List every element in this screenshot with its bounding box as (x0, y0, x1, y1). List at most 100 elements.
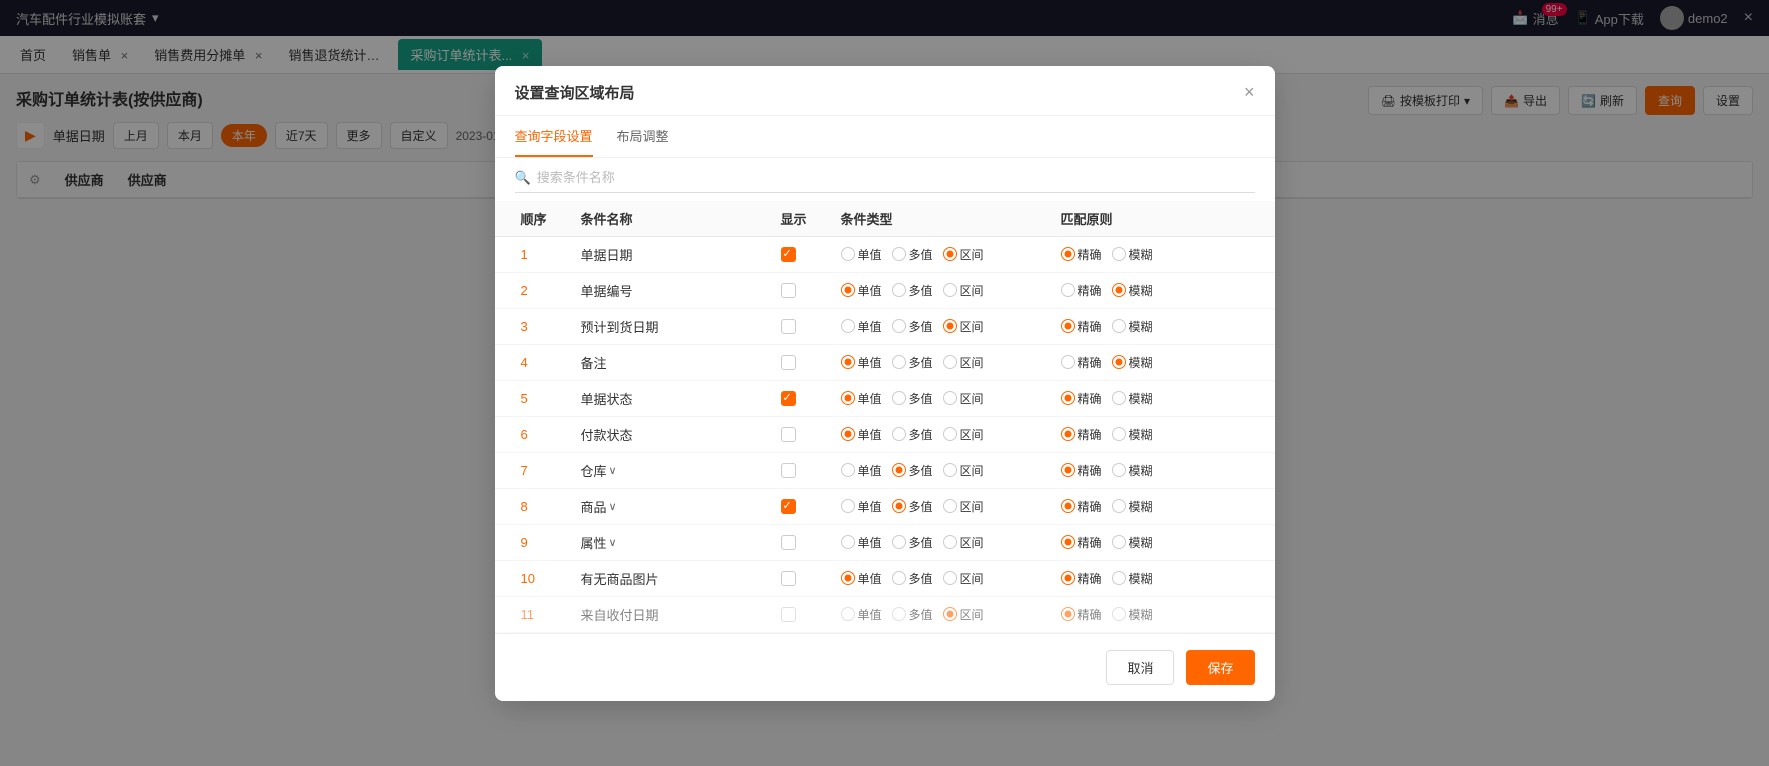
dialog-search-area: 🔍 (495, 158, 1275, 201)
radio-range-2[interactable]: 区间 (943, 282, 984, 299)
checkbox-display-6[interactable] (781, 427, 796, 442)
radio-range-5[interactable]: 区间 (943, 390, 984, 407)
radio-exact-11[interactable]: 精确 (1061, 606, 1102, 623)
radio-fuzzy-2[interactable]: 模糊 (1112, 282, 1153, 299)
radio-range-10[interactable]: 区间 (943, 570, 984, 587)
radio-multi-9[interactable]: 多值 (892, 534, 933, 551)
radio-single-8[interactable]: 单值 (841, 498, 882, 515)
radio-multi-2[interactable]: 多值 (892, 282, 933, 299)
cell-display-4[interactable] (775, 347, 835, 378)
cell-display-7[interactable] (775, 455, 835, 486)
checkbox-display-10[interactable] (781, 571, 796, 586)
radio-single-7[interactable]: 单值 (841, 462, 882, 479)
radio-fuzzy-1[interactable]: 模糊 (1112, 246, 1153, 263)
cell-match-2: 精确 模糊 (1055, 274, 1255, 307)
cell-match-7: 精确 模糊 (1055, 454, 1255, 487)
radio-range-6[interactable]: 区间 (943, 426, 984, 443)
cell-display-10[interactable] (775, 563, 835, 594)
expand-icon-7[interactable]: ∨ (609, 464, 617, 477)
radio-exact-3[interactable]: 精确 (1061, 318, 1102, 335)
radio-range-11[interactable]: 区间 (943, 606, 984, 623)
radio-single-3[interactable]: 单值 (841, 318, 882, 335)
checkbox-display-3[interactable] (781, 319, 796, 334)
radio-multi-8[interactable]: 多值 (892, 498, 933, 515)
radio-fuzzy-11[interactable]: 模糊 (1112, 606, 1153, 623)
radio-exact-10[interactable]: 精确 (1061, 570, 1102, 587)
radio-multi-4[interactable]: 多值 (892, 354, 933, 371)
radio-single-6[interactable]: 单值 (841, 426, 882, 443)
checkbox-display-9[interactable] (781, 535, 796, 550)
cell-type-3: 单值 多值 区间 (835, 310, 1055, 343)
checkbox-display-1[interactable] (781, 247, 796, 262)
cell-display-9[interactable] (775, 527, 835, 558)
radio-single-1[interactable]: 单值 (841, 246, 882, 263)
radio-group-type-1: 单值 多值 区间 (841, 246, 984, 263)
radio-fuzzy-8[interactable]: 模糊 (1112, 498, 1153, 515)
expand-icon-8[interactable]: ∨ (609, 500, 617, 513)
cell-match-11: 精确 模糊 (1055, 598, 1255, 631)
radio-range-4[interactable]: 区间 (943, 354, 984, 371)
radio-multi-10[interactable]: 多值 (892, 570, 933, 587)
radio-single-9[interactable]: 单值 (841, 534, 882, 551)
radio-range-9[interactable]: 区间 (943, 534, 984, 551)
cell-order-6: 6 (515, 419, 575, 450)
radio-exact-7[interactable]: 精确 (1061, 462, 1102, 479)
radio-exact-9[interactable]: 精确 (1061, 534, 1102, 551)
tab-query-fields[interactable]: 查询字段设置 (515, 116, 593, 157)
radio-single-4[interactable]: 单值 (841, 354, 882, 371)
radio-single-2[interactable]: 单值 (841, 282, 882, 299)
search-input[interactable] (537, 170, 737, 185)
table-row: 8 商品 ∨ 单值 多值 区间 精确 模糊 (495, 489, 1275, 525)
radio-fuzzy-7[interactable]: 模糊 (1112, 462, 1153, 479)
radio-multi-7[interactable]: 多值 (892, 462, 933, 479)
radio-single-11[interactable]: 单值 (841, 606, 882, 623)
radio-single-10[interactable]: 单值 (841, 570, 882, 587)
radio-exact-4[interactable]: 精确 (1061, 354, 1102, 371)
radio-exact-8[interactable]: 精确 (1061, 498, 1102, 515)
radio-exact-6[interactable]: 精确 (1061, 426, 1102, 443)
cell-order-1: 1 (515, 239, 575, 270)
radio-fuzzy-10[interactable]: 模糊 (1112, 570, 1153, 587)
radio-exact-2[interactable]: 精确 (1061, 282, 1102, 299)
cancel-button[interactable]: 取消 (1106, 650, 1174, 685)
radio-range-1[interactable]: 区间 (943, 246, 984, 263)
radio-range-8[interactable]: 区间 (943, 498, 984, 515)
checkbox-display-2[interactable] (781, 283, 796, 298)
radio-group-match-6: 精确 模糊 (1061, 426, 1153, 443)
checkbox-display-11[interactable] (781, 607, 796, 622)
cell-display-3[interactable] (775, 311, 835, 342)
radio-multi-6[interactable]: 多值 (892, 426, 933, 443)
radio-range-7[interactable]: 区间 (943, 462, 984, 479)
dialog-close-btn[interactable]: × (1244, 82, 1255, 103)
radio-fuzzy-3[interactable]: 模糊 (1112, 318, 1153, 335)
cell-display-5[interactable] (775, 383, 835, 414)
radio-fuzzy-6[interactable]: 模糊 (1112, 426, 1153, 443)
cell-display-2[interactable] (775, 275, 835, 306)
checkbox-display-7[interactable] (781, 463, 796, 478)
cell-display-6[interactable] (775, 419, 835, 450)
radio-range-3[interactable]: 区间 (943, 318, 984, 335)
checkbox-display-4[interactable] (781, 355, 796, 370)
radio-fuzzy-9[interactable]: 模糊 (1112, 534, 1153, 551)
cell-match-9: 精确 模糊 (1055, 526, 1255, 559)
cell-name-1: 单据日期 (575, 237, 775, 272)
cell-match-4: 精确 模糊 (1055, 346, 1255, 379)
radio-fuzzy-4[interactable]: 模糊 (1112, 354, 1153, 371)
radio-multi-11[interactable]: 多值 (892, 606, 933, 623)
save-button[interactable]: 保存 (1186, 650, 1254, 685)
radio-multi-5[interactable]: 多值 (892, 390, 933, 407)
cell-display-1[interactable] (775, 239, 835, 270)
radio-multi-3[interactable]: 多值 (892, 318, 933, 335)
tab-layout-adjust[interactable]: 布局调整 (617, 116, 669, 157)
radio-fuzzy-5[interactable]: 模糊 (1112, 390, 1153, 407)
expand-icon-9[interactable]: ∨ (609, 536, 617, 549)
checkbox-display-8[interactable] (781, 499, 796, 514)
radio-single-5[interactable]: 单值 (841, 390, 882, 407)
cell-display-11[interactable] (775, 599, 835, 630)
checkbox-display-5[interactable] (781, 391, 796, 406)
radio-multi-1[interactable]: 多值 (892, 246, 933, 263)
radio-exact-5[interactable]: 精确 (1061, 390, 1102, 407)
radio-exact-1[interactable]: 精确 (1061, 246, 1102, 263)
cell-display-8[interactable] (775, 491, 835, 522)
table-row: 5 单据状态 单值 多值 区间 精确 模糊 (495, 381, 1275, 417)
